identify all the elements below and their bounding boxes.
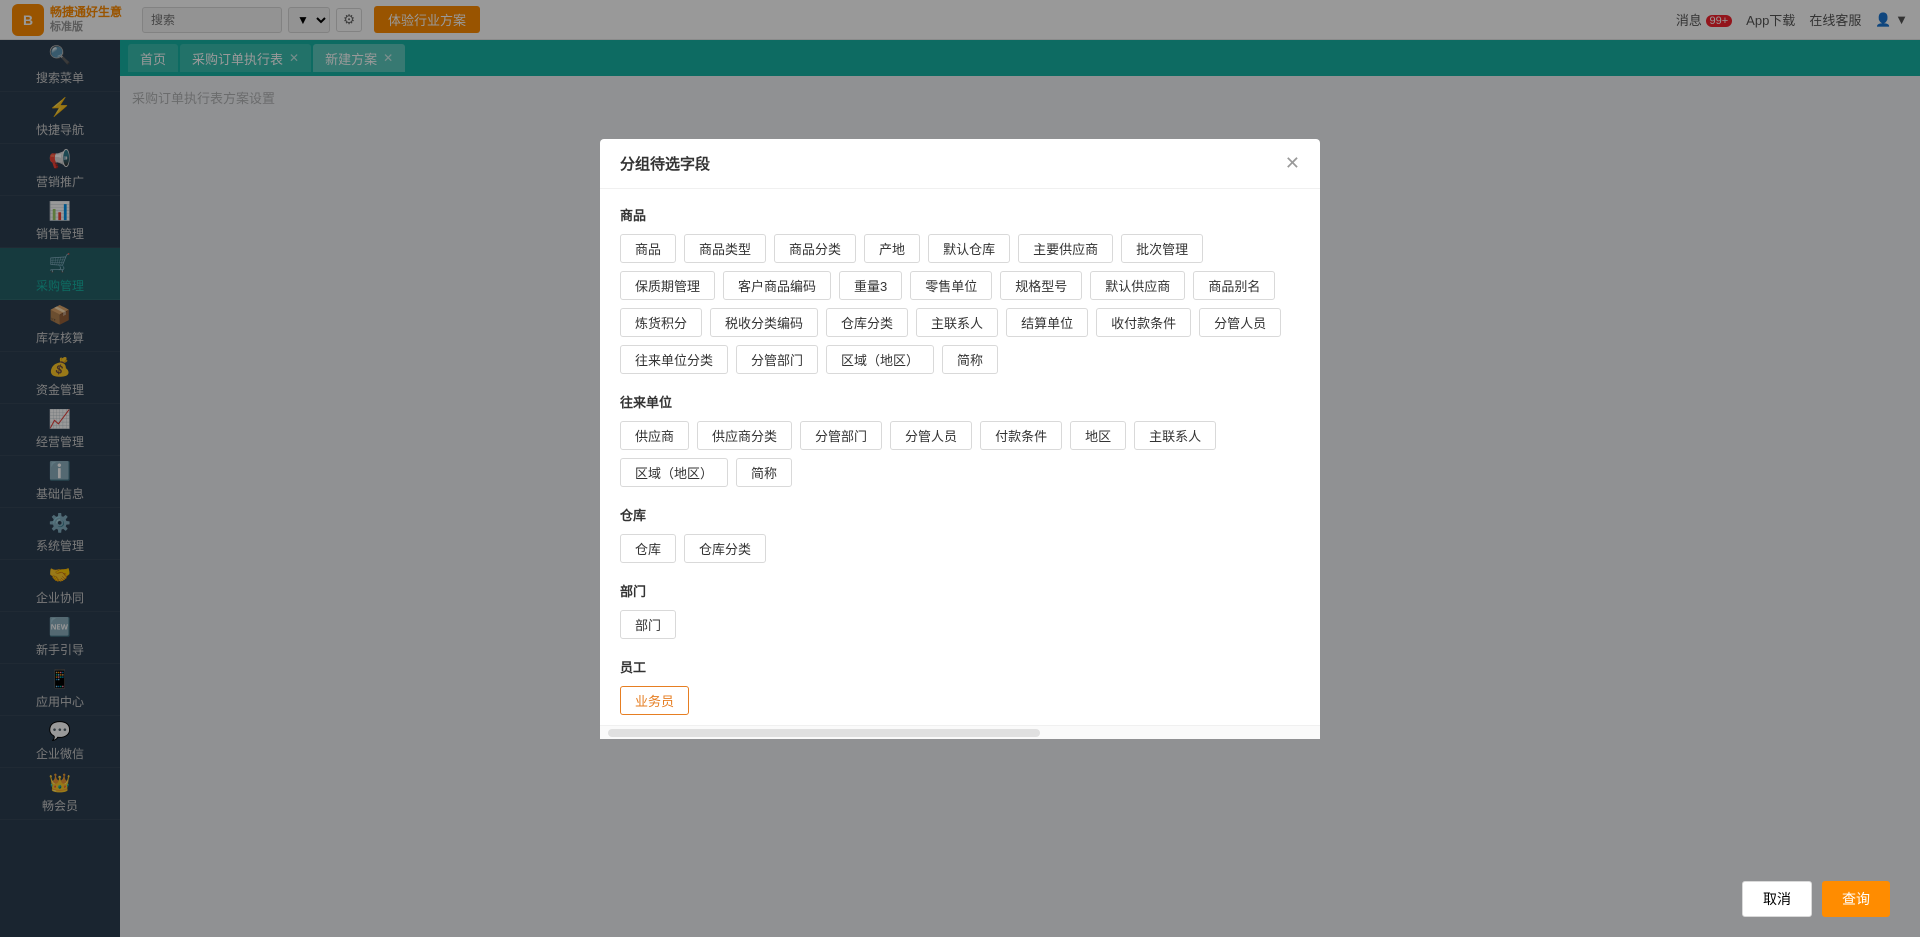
department-section: 部门 部门 (620, 581, 1300, 639)
employee-section-label: 员工 (620, 657, 1300, 676)
modal-body[interactable]: 商品 商品 商品类型 商品分类 产地 默认仓库 主要供应商 批次管理 保质期管理… (600, 189, 1320, 725)
confirm-button[interactable]: 查询 (1822, 881, 1890, 917)
modal-horizontal-scrollbar[interactable] (600, 725, 1320, 739)
field-tag-main-supplier[interactable]: 主要供应商 (1018, 234, 1113, 263)
warehouse-section-label: 仓库 (620, 505, 1300, 524)
cancel-button[interactable]: 取消 (1742, 881, 1812, 917)
field-tag-weight3[interactable]: 重量3 (839, 271, 902, 300)
field-tag-default-supplier[interactable]: 默认供应商 (1090, 271, 1185, 300)
modal-close-button[interactable]: ✕ (1285, 153, 1300, 174)
field-tag-product-alias[interactable]: 商品别名 (1193, 271, 1275, 300)
field-tag-product-category[interactable]: 商品分类 (774, 234, 856, 263)
field-tag-main-contact2[interactable]: 主联系人 (1134, 421, 1216, 450)
field-tag-region[interactable]: 区域（地区） (826, 345, 934, 374)
field-tag-customer-code[interactable]: 客户商品编码 (723, 271, 831, 300)
field-tag-person-manage[interactable]: 分管人员 (890, 421, 972, 450)
field-tag-origin[interactable]: 产地 (864, 234, 920, 263)
field-tag-spec-model[interactable]: 规格型号 (1000, 271, 1082, 300)
field-tag-main-contact[interactable]: 主联系人 (916, 308, 998, 337)
field-select-modal: 分组待选字段 ✕ 商品 商品 商品类型 商品分类 产地 默认仓库 主要供应商 批… (600, 139, 1320, 739)
field-tag-default-warehouse[interactable]: 默认仓库 (928, 234, 1010, 263)
product-field-tags: 商品 商品类型 商品分类 产地 默认仓库 主要供应商 批次管理 保质期管理 客户… (620, 234, 1300, 374)
product-section: 商品 商品 商品类型 商品分类 产地 默认仓库 主要供应商 批次管理 保质期管理… (620, 205, 1300, 374)
field-tag-product-type[interactable]: 商品类型 (684, 234, 766, 263)
modal-header: 分组待选字段 ✕ (600, 139, 1320, 189)
field-tag-batch-mgmt[interactable]: 批次管理 (1121, 234, 1203, 263)
field-tag-refine-points[interactable]: 炼货积分 (620, 308, 702, 337)
field-tag-supplier-category[interactable]: 供应商分类 (697, 421, 792, 450)
field-tag-supervisor[interactable]: 分管人员 (1199, 308, 1281, 337)
field-tag-dept[interactable]: 部门 (620, 610, 676, 639)
employee-field-tags: 业务员 (620, 686, 1300, 715)
field-tag-area[interactable]: 地区 (1070, 421, 1126, 450)
field-tag-dept-manage[interactable]: 分管部门 (800, 421, 882, 450)
field-tag-product[interactable]: 商品 (620, 234, 676, 263)
field-tag-salesperson[interactable]: 业务员 (620, 686, 689, 715)
field-tag-abbr[interactable]: 简称 (736, 458, 792, 487)
partner-section-label: 往来单位 (620, 392, 1300, 411)
field-tag-short-name[interactable]: 简称 (942, 345, 998, 374)
department-field-tags: 部门 (620, 610, 1300, 639)
product-section-label: 商品 (620, 205, 1300, 224)
field-tag-supplier[interactable]: 供应商 (620, 421, 689, 450)
field-tag-settlement-unit[interactable]: 结算单位 (1006, 308, 1088, 337)
field-tag-pay-terms[interactable]: 付款条件 (980, 421, 1062, 450)
warehouse-section: 仓库 仓库 仓库分类 (620, 505, 1300, 563)
field-tag-retail-unit[interactable]: 零售单位 (910, 271, 992, 300)
field-tag-payment-terms[interactable]: 收付款条件 (1096, 308, 1191, 337)
field-tag-tax-code[interactable]: 税收分类编码 (710, 308, 818, 337)
warehouse-field-tags: 仓库 仓库分类 (620, 534, 1300, 563)
field-tag-warehouse-category[interactable]: 仓库分类 (826, 308, 908, 337)
field-tag-expiry-mgmt[interactable]: 保质期管理 (620, 271, 715, 300)
modal-title: 分组待选字段 (620, 153, 710, 174)
field-tag-partner-category[interactable]: 往来单位分类 (620, 345, 728, 374)
field-tag-warehouse-cat[interactable]: 仓库分类 (684, 534, 766, 563)
field-tag-warehouse[interactable]: 仓库 (620, 534, 676, 563)
partner-section: 往来单位 供应商 供应商分类 分管部门 分管人员 付款条件 地区 主联系人 区域… (620, 392, 1300, 487)
modal-footer: 取消 查询 (1742, 881, 1890, 917)
department-section-label: 部门 (620, 581, 1300, 600)
field-tag-supervise-dept[interactable]: 分管部门 (736, 345, 818, 374)
partner-field-tags: 供应商 供应商分类 分管部门 分管人员 付款条件 地区 主联系人 区域（地区） … (620, 421, 1300, 487)
field-tag-region2[interactable]: 区域（地区） (620, 458, 728, 487)
employee-section: 员工 业务员 (620, 657, 1300, 715)
